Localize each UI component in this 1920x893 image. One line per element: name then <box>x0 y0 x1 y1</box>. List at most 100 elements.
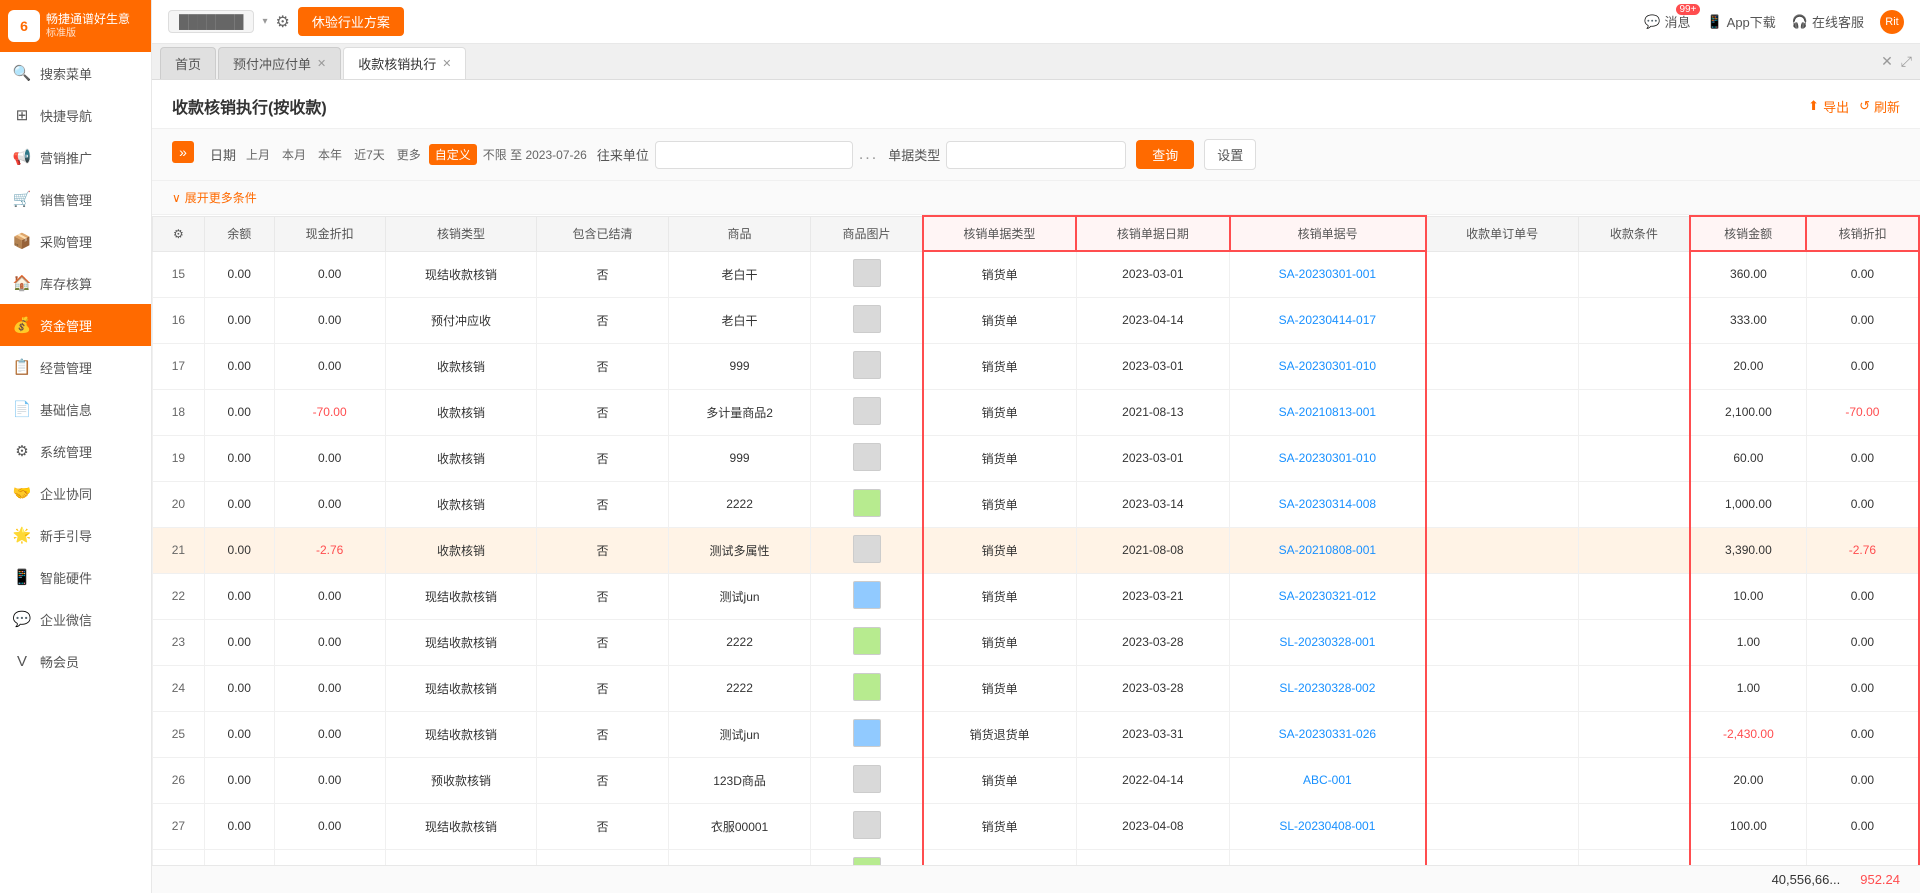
cell-doc-date: 2021-08-13 <box>1076 389 1230 435</box>
user-avatar[interactable]: Rit <box>1880 10 1904 34</box>
col-settings-icon[interactable]: ⚙ <box>153 216 205 251</box>
cell-verify-type: 现结收款核销 <box>385 849 537 865</box>
sidebar-item-sales[interactable]: 🛒销售管理 <box>0 178 151 220</box>
doc-no-link[interactable]: SA-20230314-008 <box>1279 497 1376 511</box>
date-filter-group: 日期 上月 本月 本年 近7天 更多 自定义 不限 至 2023-07-26 <box>210 144 587 165</box>
doc-no-link[interactable]: SA-20210813-001 <box>1279 405 1376 419</box>
sidebar-icon-finance: 💰 <box>12 315 32 335</box>
cell-doc-type: 销货单 <box>923 435 1077 481</box>
cell-cash-discount: 0.00 <box>274 573 385 619</box>
cell-product: 老白干 <box>668 251 811 297</box>
cell-cash-discount: 0.00 <box>274 619 385 665</box>
cell-order-no <box>1426 435 1579 481</box>
cell-product-img <box>811 343 923 389</box>
sidebar-item-collab[interactable]: 🤝企业协同 <box>0 472 151 514</box>
doc-no-link[interactable]: SA-20230301-010 <box>1279 359 1376 373</box>
refresh-icon: ↺ <box>1859 98 1870 114</box>
doc-no-link[interactable]: SA-20230414-017 <box>1279 313 1376 327</box>
cell-doc-type: 销货单 <box>923 849 1077 865</box>
cell-doc-date: 2023-03-01 <box>1076 251 1230 297</box>
sidebar-label-basic: 基础信息 <box>40 400 92 419</box>
tab-prepay[interactable]: 预付冲应付单 ✕ <box>218 47 341 79</box>
sidebar-item-search[interactable]: 🔍搜索菜单 <box>0 52 151 94</box>
app-download-button[interactable]: 📱 App下载 <box>1706 12 1775 31</box>
doc-no-link[interactable]: SL-20230328-001 <box>1279 635 1375 649</box>
cell-include-settled: 否 <box>537 619 668 665</box>
cell-product: 衣服00001 <box>668 803 811 849</box>
doc-no-link[interactable]: SA-20210808-001 <box>1279 543 1376 557</box>
app-logo: 6 <box>8 10 40 42</box>
cell-num: 28 <box>153 849 205 865</box>
sidebar-item-system[interactable]: ⚙系统管理 <box>0 430 151 472</box>
col-include-settled: 包含已结清 <box>537 216 668 251</box>
doc-no-link[interactable]: SL-20230328-002 <box>1279 681 1375 695</box>
export-button[interactable]: ⬆ 导出 <box>1808 97 1849 116</box>
window-expand-btn[interactable]: ⤢ <box>1901 53 1912 70</box>
cell-doc-no: SA-20210813-001 <box>1230 389 1426 435</box>
cell-balance: 0.00 <box>204 251 274 297</box>
doc-no-link[interactable]: ABC-001 <box>1303 773 1352 787</box>
cell-num: 21 <box>153 527 205 573</box>
type-filter-group: 单据类型 <box>888 141 1126 169</box>
tab-home[interactable]: 首页 <box>160 47 216 79</box>
cell-include-settled: 否 <box>537 343 668 389</box>
sidebar-item-member[interactable]: V畅会员 <box>0 640 151 682</box>
sidebar-item-basic[interactable]: 📄基础信息 <box>0 388 151 430</box>
table-row: 28 0.00 0.00 现结收款核销 否 2222 销货单 2023-04-1… <box>153 849 1920 865</box>
cell-verify-discount: 0.00 <box>1806 435 1919 481</box>
date-opt-last-month[interactable]: 上月 <box>242 144 274 165</box>
source-input[interactable] <box>655 141 853 169</box>
settings-icon[interactable]: ⚙ <box>276 12 290 32</box>
sidebar-item-inventory[interactable]: 🏠库存核算 <box>0 262 151 304</box>
doc-no-link[interactable]: SL-20230408-001 <box>1279 819 1375 833</box>
col-payment-cond: 收款条件 <box>1578 216 1690 251</box>
cell-include-settled: 否 <box>537 435 668 481</box>
company-dropdown-icon[interactable]: ▾ <box>262 16 267 27</box>
tab-verify-close[interactable]: ✕ <box>442 57 451 70</box>
cell-doc-type: 销货单 <box>923 757 1077 803</box>
sidebar-item-wechat[interactable]: 💬企业微信 <box>0 598 151 640</box>
cell-payment-cond <box>1578 481 1690 527</box>
cell-cash-discount: -70.00 <box>274 389 385 435</box>
date-opt-this-month[interactable]: 本月 <box>278 144 310 165</box>
date-opt-custom[interactable]: 自定义 <box>429 144 477 165</box>
sidebar-item-business[interactable]: 📋经营管理 <box>0 346 151 388</box>
cell-product: 999 <box>668 343 811 389</box>
sidebar-item-quick-nav[interactable]: ⊞快捷导航 <box>0 94 151 136</box>
sidebar-item-marketing[interactable]: 📢营销推广 <box>0 136 151 178</box>
doc-no-link[interactable]: SA-20230301-010 <box>1279 451 1376 465</box>
date-opt-more[interactable]: 更多 <box>393 144 425 165</box>
product-image <box>853 351 881 379</box>
filter-settings-button[interactable]: 设置 <box>1204 139 1256 170</box>
tab-prepay-close[interactable]: ✕ <box>317 57 326 70</box>
sidebar-item-hardware[interactable]: 📱智能硬件 <box>0 556 151 598</box>
type-select[interactable] <box>946 141 1126 169</box>
refresh-button[interactable]: ↺ 刷新 <box>1859 97 1900 116</box>
source-label: 往来单位 <box>597 145 649 164</box>
doc-no-link[interactable]: SA-20230331-026 <box>1279 727 1376 741</box>
tab-verify[interactable]: 收款核销执行 ✕ <box>343 47 466 79</box>
date-opt-7days[interactable]: 近7天 <box>350 144 389 165</box>
doc-no-link[interactable]: SA-20230301-001 <box>1279 267 1376 281</box>
sidebar-item-finance[interactable]: 💰资金管理 <box>0 304 151 346</box>
notification-button[interactable]: 💬 消息 99+ <box>1644 12 1690 31</box>
cell-verify-discount: 0.00 <box>1806 297 1919 343</box>
sidebar-item-purchase[interactable]: 📦采购管理 <box>0 220 151 262</box>
cell-product: 2222 <box>668 619 811 665</box>
filter-toggle-button[interactable]: » <box>172 141 194 163</box>
cell-order-no <box>1426 343 1579 389</box>
window-close-btn[interactable]: ✕ <box>1881 53 1893 70</box>
expand-row: ∨ 展开更多条件 <box>152 181 1920 215</box>
expand-button[interactable]: ∨ 展开更多条件 <box>172 185 257 210</box>
online-service-button[interactable]: 🎧 在线客服 <box>1792 12 1864 31</box>
doc-no-link[interactable]: SA-20230321-012 <box>1279 589 1376 603</box>
sidebar-item-guide[interactable]: 🌟新手引导 <box>0 514 151 556</box>
sidebar-label-system: 系统管理 <box>40 442 92 461</box>
cell-include-settled: 否 <box>537 711 668 757</box>
top-bar: ███████ ▾ ⚙ 休验行业方案 💬 消息 99+ 📱 App下载 🎧 在线… <box>152 0 1920 44</box>
sidebar-label-quick-nav: 快捷导航 <box>40 106 92 125</box>
cell-balance: 0.00 <box>204 665 274 711</box>
query-button[interactable]: 查询 <box>1136 140 1194 169</box>
date-opt-this-year[interactable]: 本年 <box>314 144 346 165</box>
industry-button[interactable]: 休验行业方案 <box>298 7 404 36</box>
